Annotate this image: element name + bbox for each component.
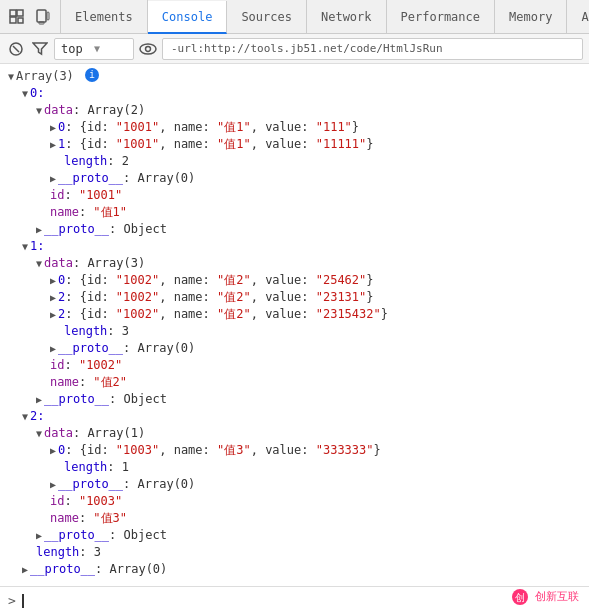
svg-line-6	[13, 46, 19, 52]
tab-bar: Elements Console Sources Network Perform…	[0, 0, 589, 34]
toggle-proto-data0[interactable]	[50, 170, 56, 187]
svg-point-7	[140, 44, 156, 54]
list-item: Array(3) i	[0, 68, 589, 85]
tabs-list: Elements Console Sources Network Perform…	[61, 0, 589, 33]
toggle-1[interactable]	[22, 238, 28, 255]
console-toolbar: top ▼ -url:http://tools.jb51.net/code/Ht…	[0, 34, 589, 64]
list-item: name: "值2"	[0, 374, 589, 391]
list-item: 0: {id: "1002", name: "值2", value: "2546…	[0, 272, 589, 289]
svg-text:创: 创	[515, 592, 525, 603]
prompt-symbol: >	[8, 593, 16, 608]
tab-application[interactable]: Application	[567, 0, 589, 33]
list-item: __proto__: Array(0)	[0, 170, 589, 187]
eye-button[interactable]	[138, 39, 158, 59]
list-item: length: 3	[0, 323, 589, 340]
svg-rect-2	[37, 10, 46, 22]
context-selector[interactable]: top ▼	[54, 38, 134, 60]
toggle-item-1-2[interactable]	[50, 289, 56, 306]
list-item: 0: {id: "1001", name: "值1", value: "111"…	[0, 119, 589, 136]
list-item: __proto__: Object	[0, 221, 589, 238]
toggle-data-1[interactable]	[36, 255, 42, 272]
svg-rect-0	[10, 10, 16, 16]
toggle-item-1-0[interactable]	[50, 272, 56, 289]
list-item: id: "1001"	[0, 187, 589, 204]
toggle-proto-main[interactable]	[22, 561, 28, 578]
list-item: __proto__: Array(0)	[0, 340, 589, 357]
list-item: name: "值3"	[0, 510, 589, 527]
toggle-item-1-2b[interactable]	[50, 306, 56, 323]
toggle-item-1[interactable]	[50, 136, 56, 153]
tab-network[interactable]: Network	[307, 0, 387, 33]
tab-elements[interactable]: Elements	[61, 0, 148, 33]
toggle-proto-1[interactable]	[36, 391, 42, 408]
svg-rect-4	[47, 12, 49, 20]
toggle-proto-data1[interactable]	[50, 340, 56, 357]
list-item: id: "1003"	[0, 493, 589, 510]
toggle-array[interactable]	[8, 68, 14, 85]
list-item: length: 1	[0, 459, 589, 476]
toggle-proto-2[interactable]	[36, 527, 42, 544]
list-item: 2: {id: "1002", name: "值2", value: "2313…	[0, 289, 589, 306]
list-item: length: 2	[0, 153, 589, 170]
list-item: 0: {id: "1003", name: "值3", value: "3333…	[0, 442, 589, 459]
tab-memory[interactable]: Memory	[495, 0, 567, 33]
list-item: id: "1002"	[0, 357, 589, 374]
list-item: 2:	[0, 408, 589, 425]
list-item: __proto__: Array(0)	[0, 476, 589, 493]
list-item: data: Array(2)	[0, 102, 589, 119]
list-item: 1: {id: "1001", name: "值1", value: "1111…	[0, 136, 589, 153]
watermark: 创 创新互联	[511, 588, 579, 606]
svg-rect-3	[39, 22, 44, 24]
svg-point-8	[146, 46, 151, 51]
list-item: data: Array(1)	[0, 425, 589, 442]
info-icon[interactable]: i	[85, 68, 99, 82]
tab-sources[interactable]: Sources	[227, 0, 307, 33]
list-item: length: 3	[0, 544, 589, 561]
toggle-item-2-0[interactable]	[50, 442, 56, 459]
list-item: 0:	[0, 85, 589, 102]
list-item: __proto__: Object	[0, 527, 589, 544]
tab-console[interactable]: Console	[148, 1, 228, 34]
devtools-icons	[0, 0, 61, 33]
device-toolbar-button[interactable]	[32, 6, 54, 28]
list-item: 2: {id: "1002", name: "值2", value: "2315…	[0, 306, 589, 323]
list-item: data: Array(3)	[0, 255, 589, 272]
cursor	[22, 594, 24, 608]
list-item: 1:	[0, 238, 589, 255]
toggle-proto-data2[interactable]	[50, 476, 56, 493]
toggle-0[interactable]	[22, 85, 28, 102]
toggle-data-2[interactable]	[36, 425, 42, 442]
dropdown-arrow-icon: ▼	[94, 43, 127, 54]
toggle-2[interactable]	[22, 408, 28, 425]
list-item: __proto__: Object	[0, 391, 589, 408]
console-output: Array(3) i 0: data: Array(2) 0: {id: "10…	[0, 64, 589, 586]
filter-button[interactable]	[30, 39, 50, 59]
toggle-item-0[interactable]	[50, 119, 56, 136]
clear-console-button[interactable]	[6, 39, 26, 59]
list-item: __proto__: Array(0)	[0, 561, 589, 578]
url-display: -url:http://tools.jb51.net/code/HtmlJsRu…	[162, 38, 583, 60]
list-item: name: "值1"	[0, 204, 589, 221]
inspect-element-button[interactable]	[6, 6, 28, 28]
svg-rect-1	[18, 18, 23, 23]
toggle-data-0[interactable]	[36, 102, 42, 119]
console-input-bar[interactable]: >	[0, 586, 589, 614]
tab-performance[interactable]: Performance	[387, 0, 495, 33]
toggle-proto-0[interactable]	[36, 221, 42, 238]
